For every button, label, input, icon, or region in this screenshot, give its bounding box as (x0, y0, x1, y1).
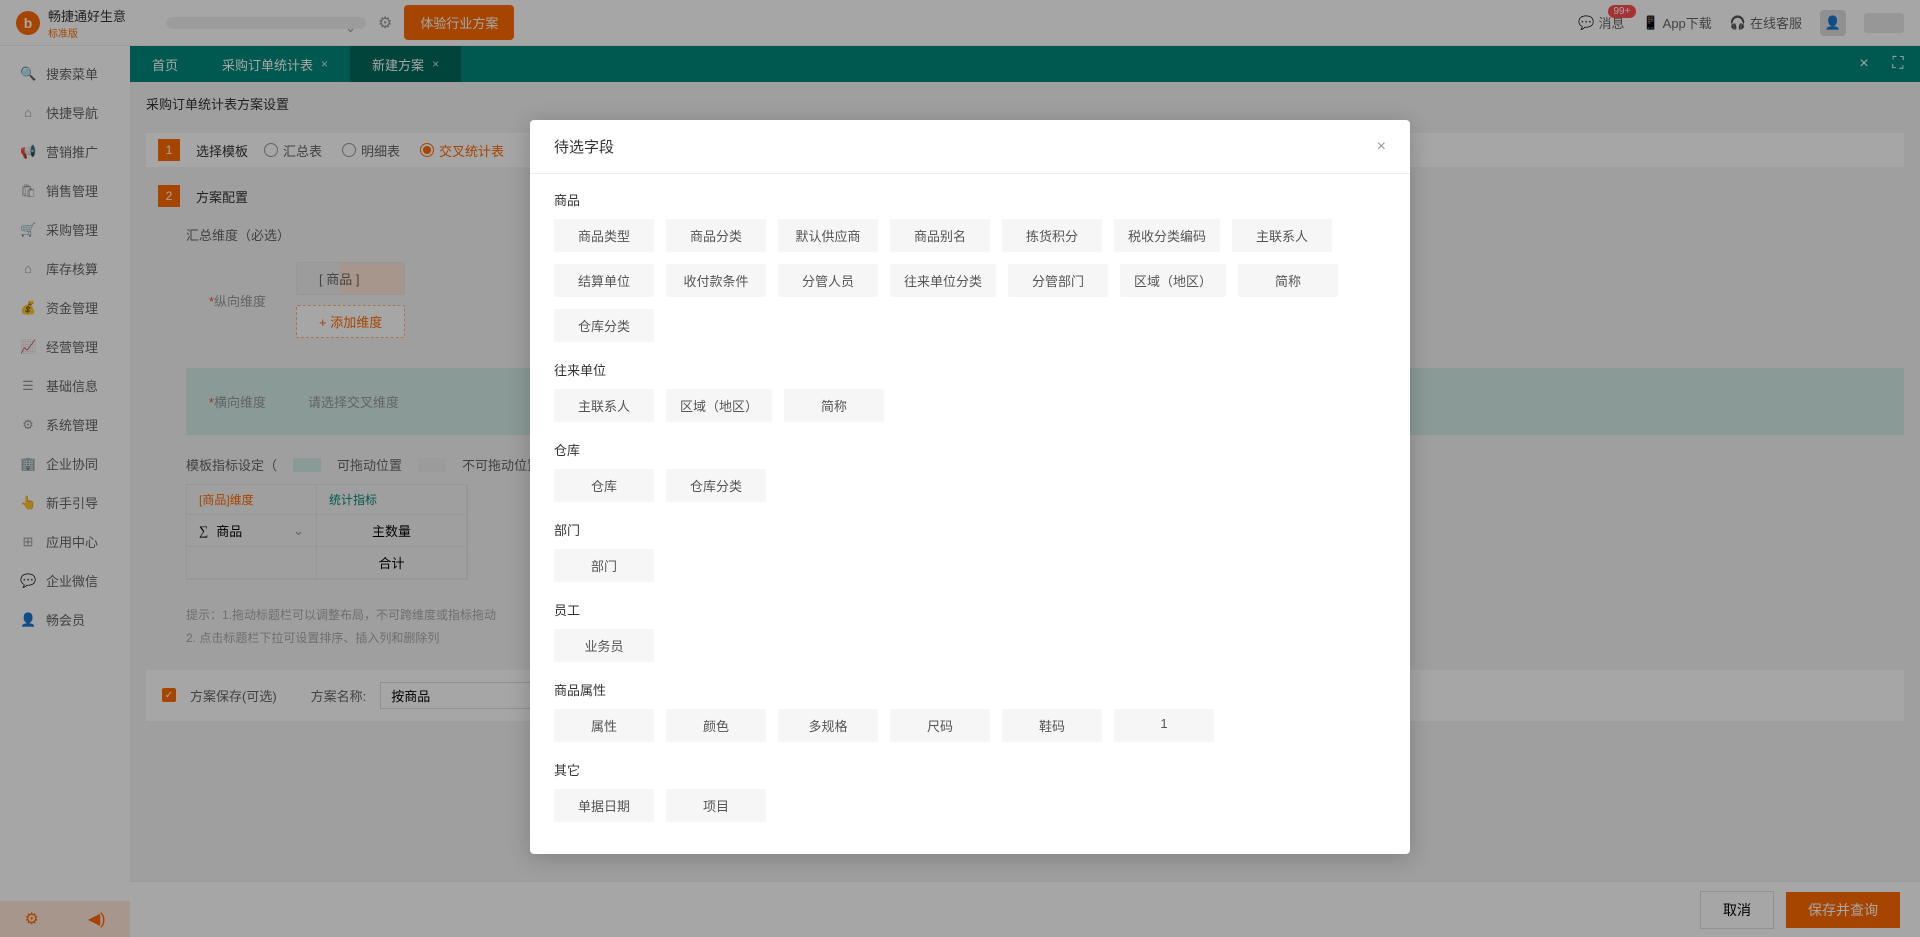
field-tag[interactable]: 分管人员 (778, 264, 878, 297)
field-tag[interactable]: 项目 (666, 789, 766, 822)
field-tag[interactable]: 部门 (554, 549, 654, 582)
field-tag[interactable]: 业务员 (554, 629, 654, 662)
modal-title: 待选字段 (554, 136, 614, 157)
field-tag[interactable]: 多规格 (778, 709, 878, 742)
field-tag[interactable]: 尺码 (890, 709, 990, 742)
field-group: 往来单位主联系人区域（地区） 简称 (554, 360, 1386, 422)
field-tag[interactable]: 仓库 (554, 469, 654, 502)
field-tag[interactable]: 商品别名 (890, 219, 990, 252)
field-group: 仓库仓库仓库分类 (554, 440, 1386, 502)
field-tag[interactable]: 商品类型 (554, 219, 654, 252)
field-group-title: 仓库 (554, 440, 1386, 459)
field-group-title: 其它 (554, 760, 1386, 779)
field-selector-modal: 待选字段 × 商品商品类型商品分类默认供应商商品别名拣货积分税收分类编码主联系人… (530, 120, 1410, 854)
field-group: 部门部门 (554, 520, 1386, 582)
field-group-title: 部门 (554, 520, 1386, 539)
field-tag[interactable]: 1 (1114, 709, 1214, 742)
field-tag[interactable]: 默认供应商 (778, 219, 878, 252)
field-group: 员工业务员 (554, 600, 1386, 662)
field-group: 其它单据日期项目 (554, 760, 1386, 822)
field-group: 商品商品类型商品分类默认供应商商品别名拣货积分税收分类编码主联系人结算单位收付款… (554, 190, 1386, 342)
field-group-title: 往来单位 (554, 360, 1386, 379)
close-icon[interactable]: × (1377, 138, 1386, 156)
field-tag[interactable]: 分管部门 (1008, 264, 1108, 297)
field-tag[interactable]: 仓库分类 (666, 469, 766, 502)
field-tag[interactable]: 区域（地区） (666, 389, 772, 422)
field-tag[interactable]: 结算单位 (554, 264, 654, 297)
field-tag[interactable]: 主联系人 (1232, 219, 1332, 252)
field-tag[interactable]: 简称 (784, 389, 884, 422)
field-tag[interactable]: 颜色 (666, 709, 766, 742)
field-tag[interactable]: 拣货积分 (1002, 219, 1102, 252)
field-tag[interactable]: 鞋码 (1002, 709, 1102, 742)
field-group-title: 商品属性 (554, 680, 1386, 699)
field-group: 商品属性属性颜色多规格尺码鞋码 1 (554, 680, 1386, 742)
field-tag[interactable]: 商品分类 (666, 219, 766, 252)
field-tag[interactable]: 简称 (1238, 264, 1338, 297)
field-tag[interactable]: 仓库分类 (554, 309, 654, 342)
field-tag[interactable]: 税收分类编码 (1114, 219, 1220, 252)
field-group-title: 员工 (554, 600, 1386, 619)
field-tag[interactable]: 主联系人 (554, 389, 654, 422)
field-tag[interactable]: 单据日期 (554, 789, 654, 822)
field-tag[interactable]: 往来单位分类 (890, 264, 996, 297)
field-group-title: 商品 (554, 190, 1386, 209)
field-tag[interactable]: 区域（地区） (1120, 264, 1226, 297)
field-tag[interactable]: 收付款条件 (666, 264, 766, 297)
field-tag[interactable]: 属性 (554, 709, 654, 742)
